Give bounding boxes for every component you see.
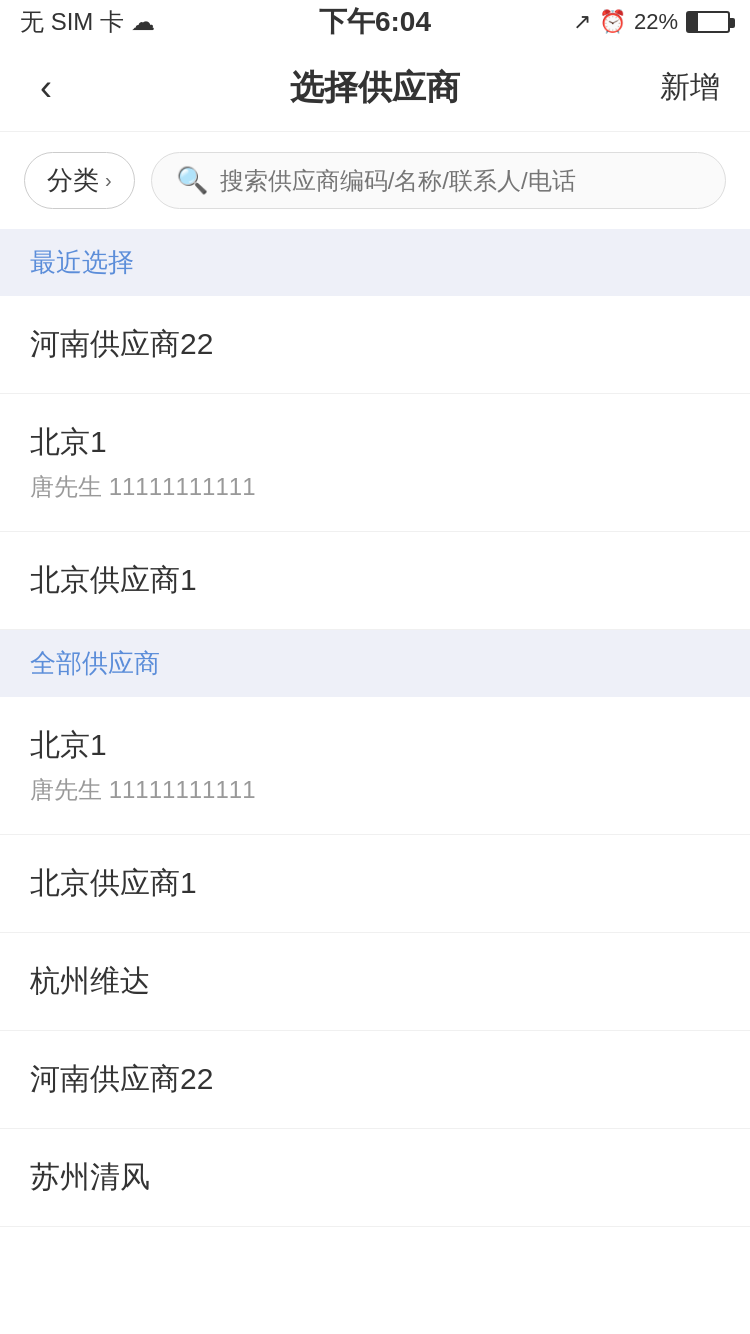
item-sub: 唐先生 11111111111 [30, 774, 720, 806]
item-name: 北京1 [30, 725, 720, 766]
battery-label: 22% [634, 9, 678, 35]
list-item[interactable]: 北京1 唐先生 11111111111 [0, 394, 750, 532]
all-section-header: 全部供应商 [0, 630, 750, 697]
recent-section-label: 最近选择 [30, 247, 134, 277]
status-time: 下午6:04 [319, 3, 431, 41]
item-name: 北京供应商1 [30, 560, 720, 601]
battery-icon [686, 11, 730, 33]
add-button[interactable]: 新增 [660, 67, 720, 108]
list-item[interactable]: 河南供应商22 [0, 296, 750, 394]
list-item[interactable]: 杭州维达 [0, 933, 750, 1031]
list-item[interactable]: 河南供应商22 [0, 1031, 750, 1129]
list-item[interactable]: 北京1 唐先生 11111111111 [0, 697, 750, 835]
search-input[interactable] [220, 167, 701, 195]
item-name: 河南供应商22 [30, 324, 720, 365]
chevron-right-icon: › [105, 169, 112, 192]
nav-bar: ‹ 选择供应商 新增 [0, 44, 750, 132]
sim-label: 无 SIM 卡 ☁ [20, 6, 155, 38]
item-sub: 唐先生 11111111111 [30, 471, 720, 503]
recent-items-list: 河南供应商22 北京1 唐先生 11111111111 北京供应商1 [0, 296, 750, 630]
status-right: ↗ ⏰ 22% [573, 9, 730, 35]
list-item[interactable]: 北京供应商1 [0, 835, 750, 933]
list-item[interactable]: 北京供应商1 [0, 532, 750, 630]
filter-bar: 分类 › 🔍 [0, 132, 750, 229]
list-item[interactable]: 苏州清风 [0, 1129, 750, 1227]
status-bar: 无 SIM 卡 ☁ 下午6:04 ↗ ⏰ 22% [0, 0, 750, 44]
alarm-icon: ⏰ [599, 9, 626, 35]
all-items-list: 北京1 唐先生 11111111111 北京供应商1 杭州维达河南供应商22 苏州清风 [0, 697, 750, 1227]
item-name: 北京供应商1 [30, 863, 720, 904]
item-name: 苏州清风 [30, 1157, 720, 1198]
item-name: 北京1 [30, 422, 720, 463]
back-button[interactable]: ‹ [30, 57, 62, 119]
item-name: 河南供应商22 [30, 1059, 720, 1100]
location-icon: ↗ [573, 9, 591, 35]
recent-section-header: 最近选择 [0, 229, 750, 296]
search-box[interactable]: 🔍 [151, 152, 726, 209]
search-icon: 🔍 [176, 165, 208, 196]
category-filter-button[interactable]: 分类 › [24, 152, 135, 209]
status-left: 无 SIM 卡 ☁ [20, 6, 155, 38]
page-title: 选择供应商 [290, 65, 460, 111]
category-label: 分类 [47, 163, 99, 198]
item-name: 杭州维达 [30, 961, 720, 1002]
all-section-label: 全部供应商 [30, 648, 160, 678]
